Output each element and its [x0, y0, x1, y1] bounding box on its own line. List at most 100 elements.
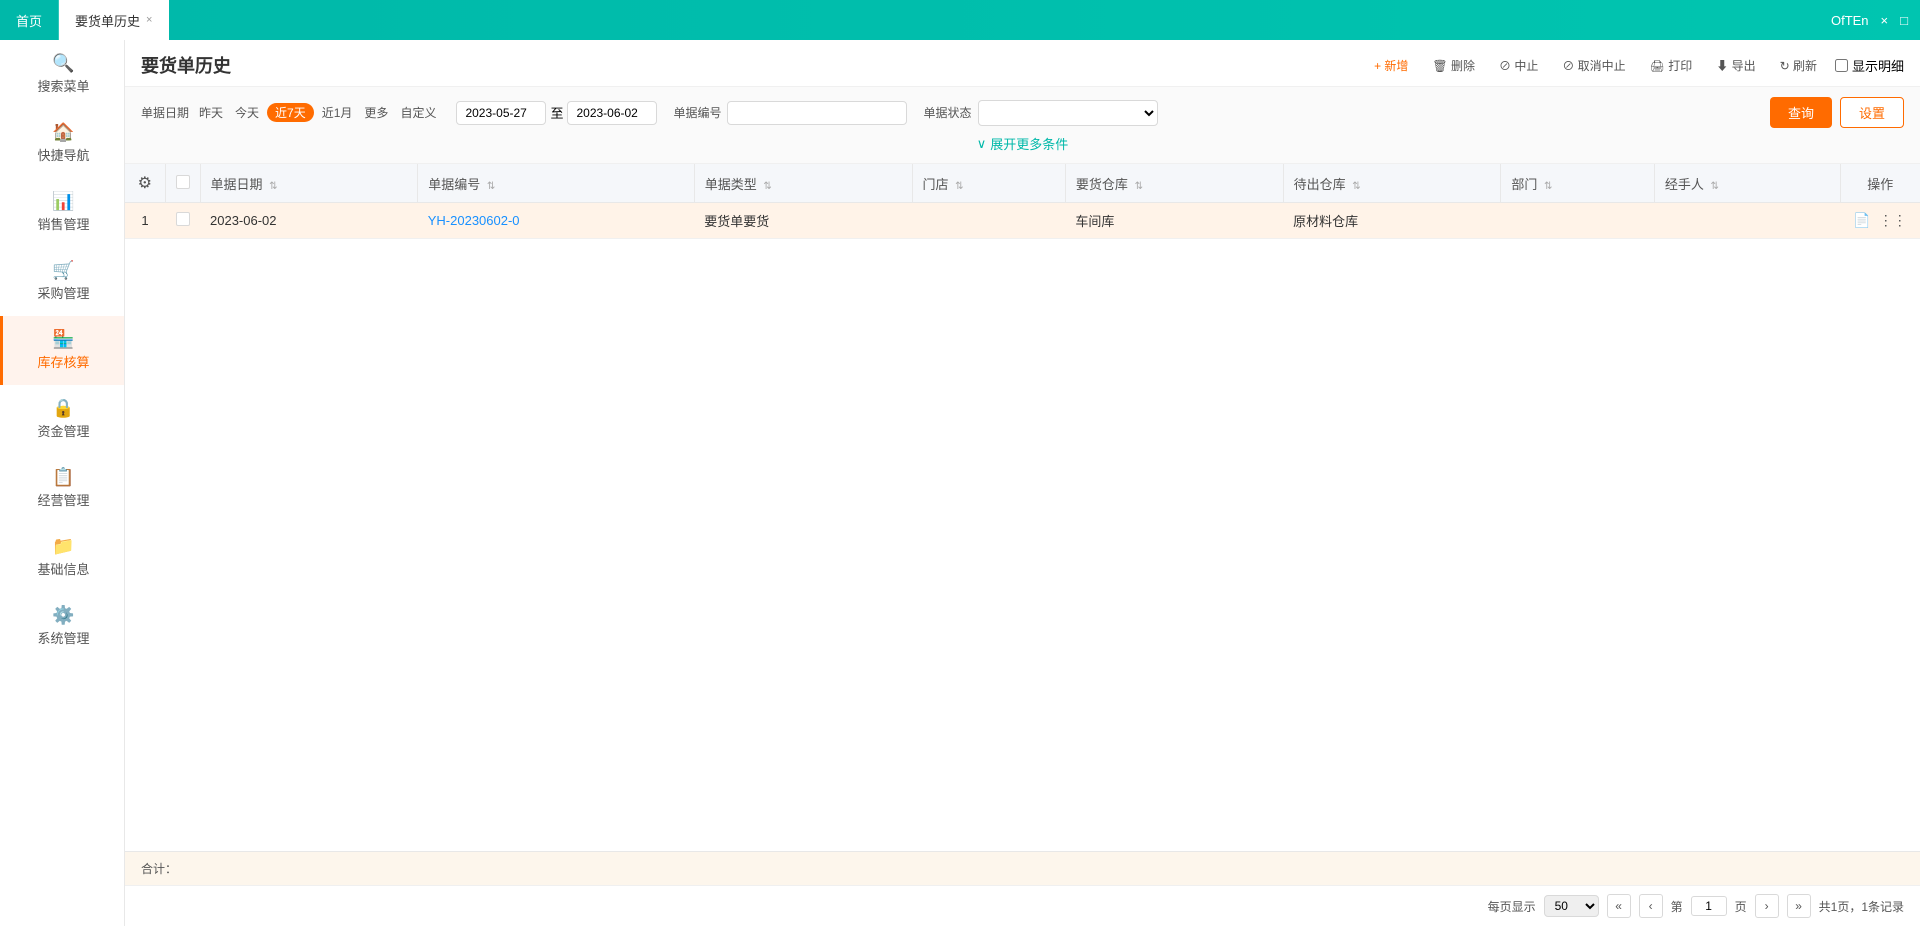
expand-more-label: 展开更多条件	[990, 134, 1068, 153]
sidebar-item-sales[interactable]: 📊 销售管理	[0, 178, 124, 247]
filter-date-item: 单据日期 昨天 今天 近7天 近1月 更多 自定义	[141, 103, 440, 122]
sidebar-item-finance[interactable]: 🔒 资金管理	[0, 385, 124, 454]
basic-icon: 📁	[52, 537, 74, 555]
sort-icon-store: ⇅	[955, 181, 963, 192]
th-reqwarehouse-label: 要货仓库	[1076, 177, 1128, 192]
close-icon[interactable]: ×	[146, 14, 152, 26]
top-bar: 首页 要货单历史 × OfTEn × □	[0, 0, 1920, 40]
export-button[interactable]: ⬇ 导出	[1710, 53, 1761, 78]
th-department[interactable]: 部门 ⇅	[1501, 164, 1654, 203]
show-detail-checkbox[interactable]	[1835, 59, 1848, 72]
prev-page-button[interactable]: ‹	[1639, 894, 1663, 918]
date-end-input[interactable]	[567, 101, 657, 125]
th-docnum-label: 单据编号	[428, 177, 480, 192]
filter-docnum-input[interactable]	[727, 101, 907, 125]
query-button[interactable]: 查询	[1770, 97, 1832, 128]
refresh-button[interactable]: ↻ 刷新	[1774, 53, 1823, 78]
date-btn-more[interactable]: 更多	[360, 103, 392, 122]
data-table: ⚙ 单据日期 ⇅ 单据编号 ⇅	[125, 164, 1920, 239]
th-docdate-label: 单据日期	[211, 177, 263, 192]
th-pendingwarehouse[interactable]: 待出仓库 ⇅	[1283, 164, 1501, 203]
more-icon[interactable]: ⋮⋮	[1879, 212, 1907, 229]
page-label-pre: 第	[1671, 898, 1683, 915]
settings-button[interactable]: 设置	[1840, 97, 1904, 128]
settings-gear-icon[interactable]: ⚙	[138, 175, 152, 192]
th-operation-label: 操作	[1867, 177, 1893, 192]
inventory-icon: 🏪	[52, 330, 74, 348]
sidebar-item-system[interactable]: ⚙️ 系统管理	[0, 592, 124, 661]
th-doctype-label: 单据类型	[705, 177, 757, 192]
sort-icon-department: ⇅	[1544, 181, 1552, 192]
show-detail-label[interactable]: 显示明细	[1835, 56, 1904, 75]
expand-more-button[interactable]: ∨ 展开更多条件	[141, 134, 1904, 153]
tab-history[interactable]: 要货单历史 ×	[59, 0, 169, 40]
date-btn-1month[interactable]: 近1月	[318, 103, 357, 122]
action-icons: 📄 ⋮⋮	[1850, 212, 1910, 229]
row-checkbox[interactable]	[176, 212, 190, 226]
sidebar: 🔍 搜索菜单 🏠 快捷导航 📊 销售管理 🛒 采购管理 🏪 库存核算 🔒 资金管…	[0, 40, 125, 926]
row-num: 1	[125, 203, 165, 239]
filter-row-1: 单据日期 昨天 今天 近7天 近1月 更多 自定义 至	[141, 97, 1904, 128]
filter-area: 单据日期 昨天 今天 近7天 近1月 更多 自定义 至	[125, 87, 1920, 164]
per-page-select[interactable]: 50 100	[1544, 895, 1599, 917]
sidebar-item-basic-label: 基础信息	[37, 559, 89, 578]
row-docnum[interactable]: YH-20230602-0	[418, 203, 695, 239]
row-docdate: 2023-06-02	[200, 203, 418, 239]
tab-home-label: 首页	[16, 11, 42, 30]
th-check[interactable]	[165, 164, 200, 203]
row-operation: 📄 ⋮⋮	[1840, 203, 1920, 239]
window-minimize-icon[interactable]: □	[1900, 13, 1908, 28]
window-close-icon[interactable]: ×	[1881, 13, 1889, 28]
date-btn-yesterday[interactable]: 昨天	[195, 103, 227, 122]
th-docdate[interactable]: 单据日期 ⇅	[200, 164, 418, 203]
sidebar-item-purchase[interactable]: 🛒 采购管理	[0, 247, 124, 316]
th-handler[interactable]: 经手人 ⇅	[1654, 164, 1840, 203]
stop-button[interactable]: ⊘ 中止	[1493, 53, 1544, 78]
page-input[interactable]	[1691, 896, 1727, 916]
tab-home[interactable]: 首页	[0, 0, 59, 40]
edit-icon[interactable]: 📄	[1853, 212, 1870, 229]
filter-docstatus-select[interactable]	[978, 100, 1158, 126]
next-page-button[interactable]: ›	[1755, 894, 1779, 918]
sort-icon-handler: ⇅	[1710, 181, 1718, 192]
table-header-row: ⚙ 单据日期 ⇅ 单据编号 ⇅	[125, 164, 1920, 203]
th-store[interactable]: 门店 ⇅	[912, 164, 1065, 203]
header-checkbox[interactable]	[176, 175, 190, 189]
filter-date-label: 单据日期	[141, 104, 189, 121]
filter-date-buttons: 昨天 今天 近7天 近1月 更多 自定义	[195, 103, 440, 122]
th-reqwarehouse[interactable]: 要货仓库 ⇅	[1065, 164, 1283, 203]
row-check[interactable]	[165, 203, 200, 239]
th-settings[interactable]: ⚙	[125, 164, 165, 203]
sidebar-item-quicknav[interactable]: 🏠 快捷导航	[0, 109, 124, 178]
sidebar-item-operations[interactable]: 📋 经营管理	[0, 454, 124, 523]
main-layout: 🔍 搜索菜单 🏠 快捷导航 📊 销售管理 🛒 采购管理 🏪 库存核算 🔒 资金管…	[0, 40, 1920, 926]
th-doctype[interactable]: 单据类型 ⇅	[694, 164, 912, 203]
th-docnum[interactable]: 单据编号 ⇅	[418, 164, 695, 203]
top-bar-right: OfTEn × □	[1831, 13, 1920, 28]
row-docnum-link[interactable]: YH-20230602-0	[428, 213, 520, 228]
date-btn-7days[interactable]: 近7天	[267, 103, 314, 122]
purchase-icon: 🛒	[52, 261, 74, 279]
sidebar-item-inventory[interactable]: 🏪 库存核算	[0, 316, 124, 385]
date-range-inputs: 至	[456, 101, 657, 125]
cancel-stop-button[interactable]: ⊘ 取消中止	[1556, 53, 1631, 78]
last-page-button[interactable]: »	[1787, 894, 1811, 918]
sidebar-item-search[interactable]: 🔍 搜索菜单	[0, 40, 124, 109]
sidebar-item-operations-label: 经营管理	[37, 490, 89, 509]
operations-icon: 📋	[52, 468, 74, 486]
sidebar-item-search-label: 搜索菜单	[37, 76, 89, 95]
sidebar-item-basic[interactable]: 📁 基础信息	[0, 523, 124, 592]
sidebar-item-system-label: 系统管理	[37, 628, 89, 647]
date-btn-today[interactable]: 今天	[231, 103, 263, 122]
total-info: 共1页，1条记录	[1819, 898, 1904, 915]
date-btn-custom[interactable]: 自定义	[396, 103, 440, 122]
print-button[interactable]: 🖨 打印	[1644, 53, 1699, 78]
first-page-button[interactable]: «	[1607, 894, 1631, 918]
delete-button[interactable]: 🗑 删除	[1426, 53, 1481, 78]
date-start-input[interactable]	[456, 101, 546, 125]
tab-history-label: 要货单历史	[75, 11, 140, 30]
sort-icon-docnum: ⇅	[487, 181, 495, 192]
new-button[interactable]: + 新增	[1368, 53, 1414, 78]
sidebar-item-quicknav-label: 快捷导航	[37, 145, 89, 164]
th-pendingwarehouse-label: 待出仓库	[1294, 177, 1346, 192]
